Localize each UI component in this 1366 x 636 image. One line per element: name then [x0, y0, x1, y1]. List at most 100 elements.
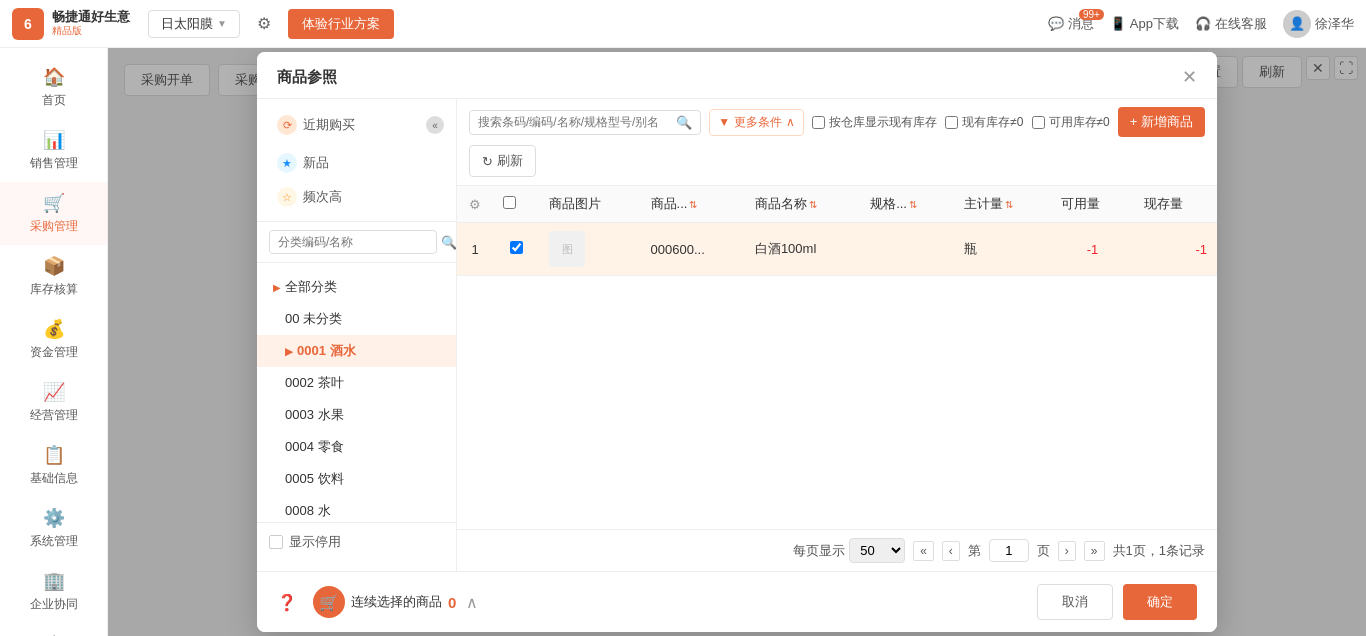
- page-size-select[interactable]: 50 10 20 100: [849, 538, 905, 563]
- checkbox-nonzero-available[interactable]: 可用库存≠0: [1032, 114, 1110, 131]
- th-code-sort[interactable]: 商品... ⇅: [651, 195, 735, 213]
- cart-count: 0: [448, 594, 456, 611]
- sidebar-item-label: 经营管理: [30, 407, 78, 424]
- confirm-button[interactable]: 确定: [1123, 584, 1197, 620]
- product-name: 白酒100ml: [755, 241, 816, 256]
- sidebar-item-operations[interactable]: 📈 经营管理: [0, 371, 107, 434]
- modal-body: ⟳ 近期购买 « ★ 新品 ☆ 频次高: [257, 99, 1217, 571]
- th-name: 商品名称 ⇅: [745, 186, 860, 223]
- category-all[interactable]: ▶ 全部分类: [257, 271, 456, 303]
- footer-buttons: 取消 确定: [1037, 584, 1197, 620]
- select-all-checkbox[interactable]: [503, 196, 516, 209]
- th-code: 商品... ⇅: [641, 186, 745, 223]
- prev-page-button[interactable]: ‹: [942, 541, 960, 561]
- category-uncategorized[interactable]: 00 未分类: [257, 303, 456, 335]
- quick-frequent[interactable]: ☆ 频次高: [269, 181, 444, 213]
- modal-close-button[interactable]: ✕: [1182, 66, 1197, 88]
- category-tea[interactable]: 0002 茶叶: [257, 367, 456, 399]
- th-unit: 主计量 ⇅: [954, 186, 1051, 223]
- product-search-icon[interactable]: 🔍: [676, 115, 692, 130]
- category-snack[interactable]: 0004 零食: [257, 431, 456, 463]
- store-selector[interactable]: 日太阳膜 ▼: [148, 10, 240, 38]
- table-header-row: ⚙ 商品图片: [457, 186, 1217, 223]
- page-label: 第: [968, 542, 981, 560]
- first-page-button[interactable]: «: [913, 541, 934, 561]
- page-number-input[interactable]: [989, 539, 1029, 562]
- cart-area[interactable]: 🛒 连续选择的商品 0 ∧: [313, 586, 478, 618]
- sidebar-item-label: 企业协同: [30, 596, 78, 613]
- quick-recent[interactable]: ⟳ 近期购买: [269, 109, 363, 141]
- main-area: 采购开单 采购退货 查询 设置 刷新 ✕ ⛶ 商品参照 ✕: [108, 48, 1366, 636]
- sidebar-item-basic-info[interactable]: 📋 基础信息: [0, 434, 107, 497]
- row-select-checkbox[interactable]: [510, 241, 523, 254]
- sidebar-item-guide[interactable]: 🎓 新手引导: [0, 623, 107, 636]
- messages-item[interactable]: 💬 消息 99+: [1048, 15, 1094, 33]
- avatar: 👤: [1283, 10, 1311, 38]
- right-panel: 🔍 ▼ 更多条件 ∧ 按仓库显示现有库存: [457, 99, 1217, 571]
- category-search-icon[interactable]: 🔍: [441, 235, 457, 250]
- th-name-sort[interactable]: 商品名称 ⇅: [755, 195, 850, 213]
- more-filter-button[interactable]: ▼ 更多条件 ∧: [709, 109, 804, 136]
- cat-uncategorized-label: 00 未分类: [285, 310, 342, 328]
- last-page-button[interactable]: »: [1084, 541, 1105, 561]
- basic-info-icon: 📋: [43, 444, 65, 466]
- quick-new[interactable]: ★ 新品: [269, 147, 444, 179]
- online-service-item[interactable]: 🎧 在线客服: [1195, 15, 1267, 33]
- next-page-button[interactable]: ›: [1058, 541, 1076, 561]
- sidebar-item-inventory[interactable]: 📦 库存核算: [0, 245, 107, 308]
- new-product-button[interactable]: + 新增商品: [1118, 107, 1205, 137]
- show-disabled-label[interactable]: 显示停用: [269, 533, 444, 551]
- column-settings-icon[interactable]: ⚙: [469, 197, 481, 212]
- toolbar: 🔍 ▼ 更多条件 ∧ 按仓库显示现有库存: [457, 99, 1217, 186]
- user-avatar-area[interactable]: 👤 徐泽华: [1283, 10, 1354, 38]
- app-download-label: App下载: [1130, 15, 1179, 33]
- nonzero-stock-checkbox[interactable]: [945, 116, 958, 129]
- checkbox-warehouse-stock[interactable]: 按仓库显示现有库存: [812, 114, 937, 131]
- product-search-input[interactable]: [478, 115, 672, 129]
- sidebar-item-home[interactable]: 🏠 首页: [0, 56, 107, 119]
- cat-expand-arrow: ▶: [273, 282, 281, 293]
- app-download-item[interactable]: 📱 App下载: [1110, 15, 1179, 33]
- cancel-button[interactable]: 取消: [1037, 584, 1113, 620]
- filter-icon: ▼: [718, 115, 730, 129]
- cart-collapse-icon[interactable]: ∧: [466, 593, 478, 612]
- logo-area: 6 畅捷通好生意 精品版: [12, 8, 132, 40]
- page-size-label: 每页显示: [793, 542, 845, 560]
- category-water[interactable]: 0008 水: [257, 495, 456, 522]
- sidebar-item-system[interactable]: ⚙️ 系统管理: [0, 497, 107, 560]
- sidebar-item-finance[interactable]: 💰 资金管理: [0, 308, 107, 371]
- cat-beverage-label: 0005 饮料: [285, 470, 344, 488]
- refresh-label: 刷新: [497, 152, 523, 170]
- show-disabled-checkbox[interactable]: [269, 535, 283, 549]
- system-icon: ⚙️: [43, 507, 65, 529]
- th-spec-sort[interactable]: 规格... ⇅: [870, 195, 944, 213]
- sidebar-item-purchase[interactable]: 🛒 采购管理: [0, 182, 107, 245]
- product-table-area: ⚙ 商品图片: [457, 186, 1217, 529]
- table-row[interactable]: 1 图: [457, 223, 1217, 276]
- th-unit-sort[interactable]: 主计量 ⇅: [964, 195, 1041, 213]
- category-fruit[interactable]: 0003 水果: [257, 399, 456, 431]
- checkbox-nonzero-stock[interactable]: 现有库存≠0: [945, 114, 1023, 131]
- refresh-button[interactable]: ↻ 刷新: [469, 145, 536, 177]
- category-beverage[interactable]: 0005 饮料: [257, 463, 456, 495]
- modal-title: 商品参照: [277, 68, 337, 87]
- sidebar-item-sales[interactable]: 📊 销售管理: [0, 119, 107, 182]
- category-liquor[interactable]: ▶ 0001 酒水: [257, 335, 456, 367]
- category-all-label: 全部分类: [285, 278, 337, 296]
- help-icon[interactable]: ❓: [277, 593, 297, 612]
- store-label: 日太阳膜: [161, 15, 213, 33]
- product-code: 000600...: [651, 242, 705, 257]
- trial-button[interactable]: 体验行业方案: [288, 9, 394, 39]
- td-spec: [860, 223, 954, 276]
- new-icon: ★: [277, 153, 297, 173]
- sidebar-item-label: 采购管理: [30, 218, 78, 235]
- sidebar-item-enterprise[interactable]: 🏢 企业协同: [0, 560, 107, 623]
- settings-gear-icon[interactable]: ⚙: [248, 8, 280, 40]
- warehouse-stock-checkbox[interactable]: [812, 116, 825, 129]
- total-info: 共1页，1条记录: [1113, 542, 1205, 560]
- cat-snack-label: 0004 零食: [285, 438, 344, 456]
- left-panel-collapse-btn[interactable]: «: [426, 116, 444, 134]
- user-icon: 👤: [1289, 16, 1305, 31]
- category-search-input[interactable]: [269, 230, 437, 254]
- nonzero-available-checkbox[interactable]: [1032, 116, 1045, 129]
